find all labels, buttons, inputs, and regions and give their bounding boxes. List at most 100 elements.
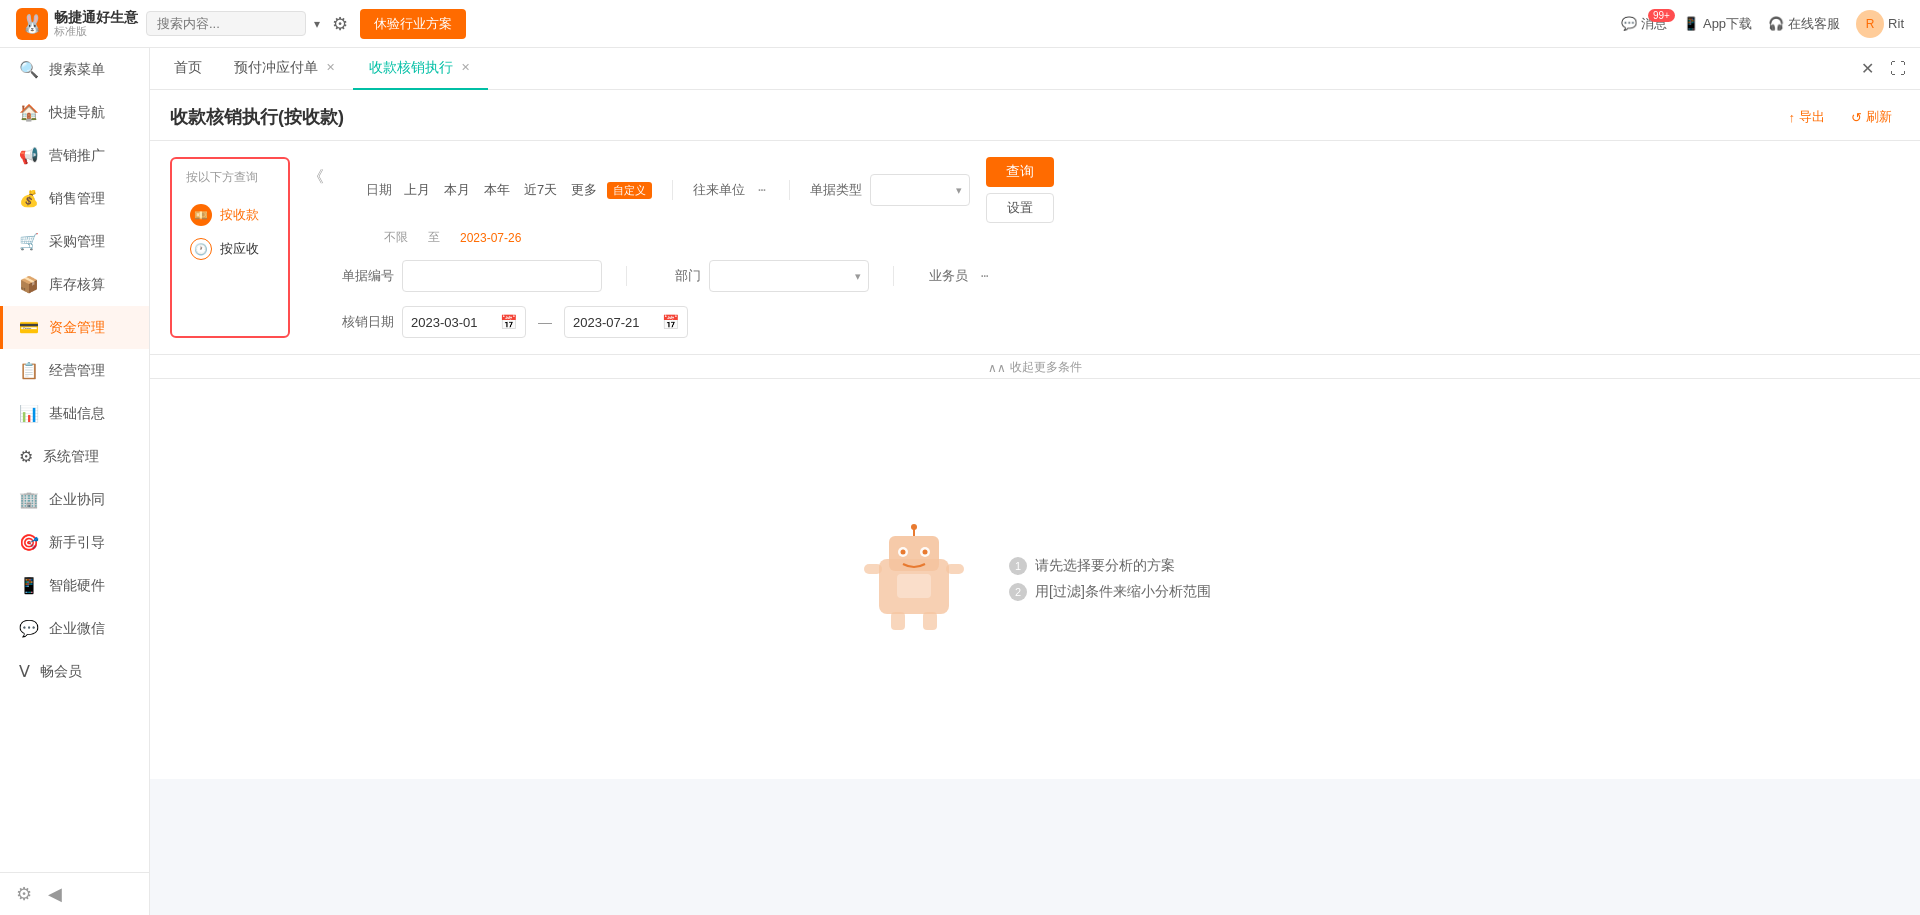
date-label: 日期 <box>342 181 392 199</box>
online-service-btn[interactable]: 🎧 在线客服 <box>1768 15 1840 33</box>
empty-tip-2: 2 用[过滤]条件来缩小分析范围 <box>1009 583 1211 601</box>
sidebar-settings-icon[interactable]: ⚙ <box>16 883 32 905</box>
docnum-input[interactable] <box>402 260 602 292</box>
doctype-select[interactable] <box>870 174 970 206</box>
brand-name: 畅捷通好生意 <box>54 9 138 26</box>
divider <box>672 180 673 200</box>
sidebar-item-enterprise[interactable]: 🏢 企业协同 <box>0 478 149 521</box>
dept-select-wrap <box>709 260 869 292</box>
hardware-icon: 📱 <box>19 576 39 595</box>
dropdown-btn[interactable]: ▾ <box>314 17 320 31</box>
query-type-by-receivable[interactable]: 🕐 按应收 <box>186 232 274 266</box>
sidebar-item-sales[interactable]: 💰 销售管理 <box>0 177 149 220</box>
refresh-label: 刷新 <box>1866 108 1892 126</box>
partner-ellipsis-btn[interactable]: ··· <box>753 181 768 199</box>
svg-point-4 <box>901 550 906 555</box>
verify-date-end-wrap: 📅 <box>564 306 688 338</box>
partner-label: 往来单位 <box>693 181 745 199</box>
divider2 <box>789 180 790 200</box>
collapse-more-row: ∧∧ 收起更多条件 <box>150 355 1920 379</box>
tab-prepay[interactable]: 预付冲应付单 ✕ <box>218 48 353 90</box>
receipt-icon: 💴 <box>190 204 212 226</box>
tab-collection-close[interactable]: ✕ <box>459 60 472 75</box>
sidebar-item-wechat[interactable]: 💬 企业微信 <box>0 607 149 650</box>
salesperson-ellipsis-btn[interactable]: ··· <box>976 267 991 285</box>
sidebar-collapse-icon[interactable]: ◀ <box>48 883 62 905</box>
sidebar-item-label: 搜索菜单 <box>49 61 105 79</box>
empty-tip-1: 1 请先选择要分析的方案 <box>1009 557 1175 575</box>
panel-collapse-btn[interactable]: 《 <box>306 165 326 190</box>
sidebar-item-label: 资金管理 <box>49 319 105 337</box>
tab-prepay-close[interactable]: ✕ <box>324 60 337 75</box>
sidebar-item-operation[interactable]: 📋 经营管理 <box>0 349 149 392</box>
messages-btn[interactable]: 💬 消息 99+ <box>1621 15 1667 33</box>
collapse-more-label: 收起更多条件 <box>1010 359 1082 376</box>
messages-badge: 99+ <box>1648 9 1675 22</box>
svg-rect-1 <box>889 536 939 571</box>
basic-info-icon: 📊 <box>19 404 39 423</box>
logo-text: 畅捷通好生意 标准版 <box>54 9 138 39</box>
chevron-up-icon: ∧∧ <box>988 361 1006 375</box>
date-to-label: 至 <box>428 229 440 246</box>
export-btn[interactable]: ↑ 导出 <box>1781 104 1834 130</box>
marketing-icon: 📢 <box>19 146 39 165</box>
industry-btn[interactable]: 休验行业方案 <box>360 9 466 39</box>
dept-label: 部门 <box>651 267 701 285</box>
date-more-btn[interactable]: 更多 <box>567 179 601 201</box>
tab-maximize-btn[interactable]: ⛶ <box>1884 56 1912 82</box>
sidebar-item-vip[interactable]: Ⅴ 畅会员 <box>0 650 149 693</box>
settings-icon[interactable]: ⚙ <box>328 9 352 39</box>
user-profile[interactable]: R Rit <box>1856 10 1904 38</box>
partner-filter-item: 往来单位 ··· <box>693 181 768 199</box>
filter-form: 日期 上月 本月 本年 近7天 更多 自定义 <box>342 157 1900 338</box>
sidebar-item-quick-nav[interactable]: 🏠 快捷导航 <box>0 91 149 134</box>
verify-date-filter-item: 核销日期 📅 — 📅 <box>342 306 688 338</box>
logo-icon: 🐰 <box>16 8 48 40</box>
user-name: Rit <box>1888 16 1904 31</box>
sidebar-item-label: 库存核算 <box>49 276 105 294</box>
date-custom-badge[interactable]: 自定义 <box>607 182 652 199</box>
svg-point-5 <box>923 550 928 555</box>
date-last-month-btn[interactable]: 上月 <box>400 179 434 201</box>
dept-filter-item: 部门 <box>651 260 869 292</box>
app-download-btn[interactable]: 📱 App下载 <box>1683 15 1752 33</box>
sidebar-item-purchase[interactable]: 🛒 采购管理 <box>0 220 149 263</box>
sidebar-item-inventory[interactable]: 📦 库存核算 <box>0 263 149 306</box>
sidebar-item-marketing[interactable]: 📢 营销推广 <box>0 134 149 177</box>
verify-date-end-input[interactable] <box>573 315 658 330</box>
tab-collection[interactable]: 收款核销执行 ✕ <box>353 48 488 90</box>
sidebar-item-hardware[interactable]: 📱 智能硬件 <box>0 564 149 607</box>
sidebar-item-fund[interactable]: 💳 资金管理 <box>0 306 149 349</box>
sidebar-item-label: 企业微信 <box>49 620 105 638</box>
sidebar-item-guide[interactable]: 🎯 新手引导 <box>0 521 149 564</box>
svg-rect-10 <box>864 564 882 574</box>
message-icon: 💬 <box>1621 16 1637 31</box>
sidebar: 🔍 搜索菜单 🏠 快捷导航 📢 营销推广 💰 销售管理 🛒 采购管理 📦 库存核… <box>0 48 150 915</box>
date-nolimit-row: 不限 至 2023-07-26 <box>342 229 1900 246</box>
main-layout: 🔍 搜索菜单 🏠 快捷导航 📢 营销推广 💰 销售管理 🛒 采购管理 📦 库存核… <box>0 48 1920 915</box>
page-header: 收款核销执行(按收款) ↑ 导出 ↺ 刷新 <box>150 90 1920 141</box>
date-this-month-btn[interactable]: 本月 <box>440 179 474 201</box>
guide-icon: 🎯 <box>19 533 39 552</box>
verify-date-start-input[interactable] <box>411 315 496 330</box>
search-input[interactable] <box>146 11 306 36</box>
doctype-label: 单据类型 <box>810 181 862 199</box>
tab-close-all-btn[interactable]: ✕ <box>1855 55 1880 82</box>
sidebar-item-search[interactable]: 🔍 搜索菜单 <box>0 48 149 91</box>
sidebar-item-system[interactable]: ⚙ 系统管理 <box>0 435 149 478</box>
settings-btn[interactable]: 设置 <box>986 193 1054 223</box>
date-7days-btn[interactable]: 近7天 <box>520 179 561 201</box>
tab-home[interactable]: 首页 <box>158 48 218 90</box>
query-type-by-receipt[interactable]: 💴 按收款 <box>186 198 274 232</box>
sidebar-item-basic-info[interactable]: 📊 基础信息 <box>0 392 149 435</box>
verify-date-start-cal-icon[interactable]: 📅 <box>500 314 517 330</box>
date-this-year-btn[interactable]: 本年 <box>480 179 514 201</box>
refresh-btn[interactable]: ↺ 刷新 <box>1843 104 1900 130</box>
query-btn[interactable]: 查询 <box>986 157 1054 187</box>
date-quick-btns: 上月 本月 本年 近7天 更多 自定义 <box>400 179 652 201</box>
empty-tips: 1 请先选择要分析的方案 2 用[过滤]条件来缩小分析范围 <box>1009 557 1211 601</box>
headset-icon: 🎧 <box>1768 16 1784 31</box>
verify-date-end-cal-icon[interactable]: 📅 <box>662 314 679 330</box>
dept-select[interactable] <box>709 260 869 292</box>
collapse-more-btn[interactable]: ∧∧ 收起更多条件 <box>988 359 1082 376</box>
